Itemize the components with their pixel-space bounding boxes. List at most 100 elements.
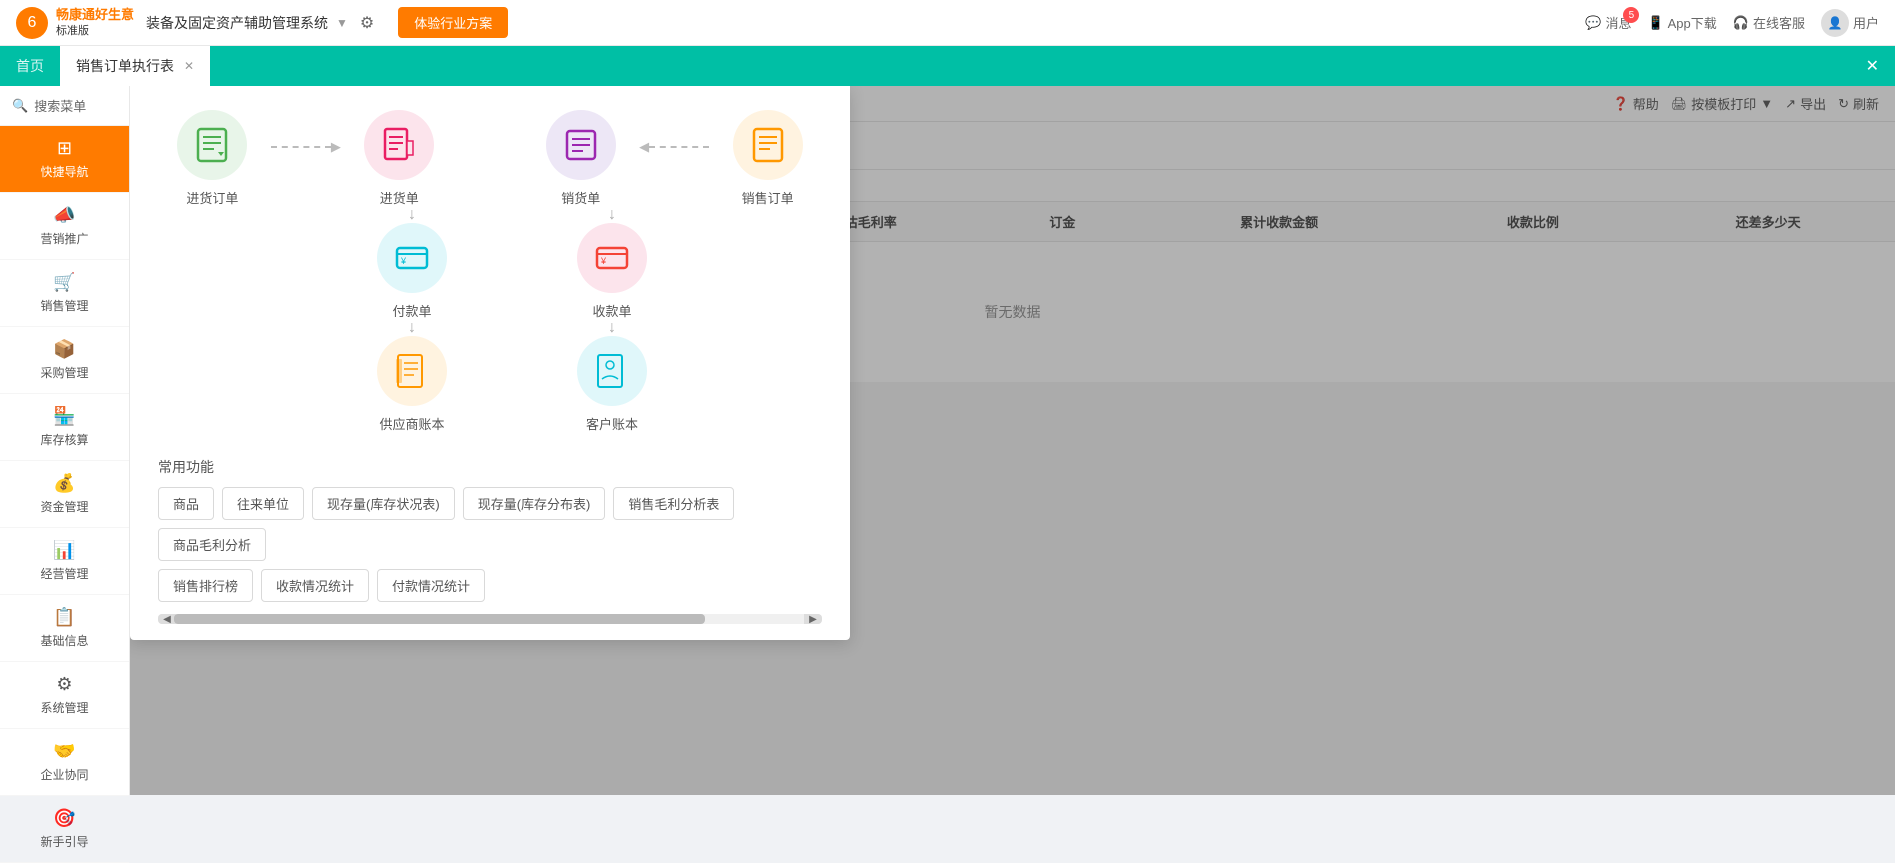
func-btn-product[interactable]: 商品	[158, 487, 214, 520]
tab-bar: 首页 销售订单执行表 ✕ ✕	[0, 46, 1895, 86]
tab-sales-label: 销售订单执行表	[76, 56, 174, 76]
tab-home[interactable]: 首页	[0, 46, 60, 86]
settings-btn[interactable]: ⚙	[356, 9, 378, 37]
func-btn-stock-dist[interactable]: 现存量(库存分布表)	[463, 487, 606, 520]
func-btn-sales-ranking[interactable]: 销售排行榜	[158, 569, 253, 602]
user-avatar: 👤	[1821, 9, 1849, 37]
sidebar-item-label-quick-nav: 快捷导航	[40, 163, 88, 180]
online-service-btn[interactable]: 🎧 在线客服	[1733, 13, 1805, 32]
brand-name: 畅康通好生意	[56, 7, 134, 24]
tab-bar-close-btn[interactable]: ✕	[1866, 56, 1879, 76]
popup-overlay: 进货订单 ▶	[130, 86, 1895, 795]
flow-arrows-down: ↓ ↓	[158, 207, 822, 223]
enterprise-icon: 🤝	[53, 741, 75, 762]
flow-node-sales-order[interactable]: 销售订单	[713, 110, 822, 207]
flow-node-supplier-ledger[interactable]: 供应商账本	[352, 336, 472, 433]
sidebar-item-enterprise[interactable]: 🤝 企业协同	[0, 729, 129, 796]
user-name: 用户	[1853, 13, 1879, 32]
sales-order-circle	[733, 110, 803, 180]
tab-sales-exec[interactable]: 销售订单执行表 ✕	[60, 46, 210, 86]
sidebar-item-system[interactable]: ⚙ 系统管理	[0, 662, 129, 729]
common-functions-title: 常用功能	[158, 457, 822, 477]
logo-icon: 6	[16, 7, 48, 39]
sidebar-item-label-purchase: 采购管理	[40, 364, 88, 381]
sales-bill-circle	[546, 110, 616, 180]
purchase-bill-circle	[364, 110, 434, 180]
message-btn[interactable]: 💬 消息 5	[1585, 13, 1631, 32]
scroll-right-btn[interactable]: ▶	[804, 614, 822, 624]
sidebar-item-operations[interactable]: 📊 经营管理	[0, 528, 129, 595]
sidebar-item-purchase[interactable]: 📦 采购管理	[0, 327, 129, 394]
func-btn-payment-stats[interactable]: 付款情况统计	[377, 569, 485, 602]
flow-row-1: 进货订单 ▶	[158, 110, 822, 207]
sidebar-item-label-marketing: 营销推广	[40, 230, 88, 247]
flow-node-purchase-bill[interactable]: 进货单	[345, 110, 454, 207]
tab-home-label: 首页	[16, 56, 44, 76]
svg-text:¥: ¥	[400, 256, 407, 266]
inventory-icon: 🏪	[53, 406, 75, 427]
experience-btn[interactable]: 体验行业方案	[398, 7, 508, 38]
online-service-label: 在线客服	[1753, 13, 1805, 32]
payment-circle: ¥	[377, 223, 447, 293]
func-buttons-row2: 销售排行榜 收款情况统计 付款情况统计	[158, 569, 822, 602]
header-right: 💬 消息 5 📱 App下载 🎧 在线客服 👤 用户	[1585, 9, 1879, 37]
user-btn[interactable]: 👤 用户	[1821, 9, 1879, 37]
sidebar-item-basic-info[interactable]: 📋 基础信息	[0, 595, 129, 662]
sidebar-item-label-basic-info: 基础信息	[40, 632, 88, 649]
supplier-ledger-circle	[377, 336, 447, 406]
flow-node-customer-ledger[interactable]: 客户账本	[552, 336, 672, 433]
purchase-icon: 📦	[53, 339, 75, 360]
sidebar-item-marketing[interactable]: 📣 营销推广	[0, 193, 129, 260]
sidebar-item-label-inventory: 库存核算	[40, 431, 88, 448]
down-arrow-payment: ↓	[352, 320, 472, 336]
func-btn-stock-status[interactable]: 现存量(库存状况表)	[312, 487, 455, 520]
sidebar-item-sales[interactable]: 🛒 销售管理	[0, 260, 129, 327]
system-title-text: 装备及固定资产辅助管理系统	[146, 13, 328, 33]
search-menu-label: 搜索菜单	[34, 96, 86, 115]
flow-row-2: ¥ 付款单	[158, 223, 822, 320]
sidebar-item-newcomer[interactable]: 🎯 新手引导	[0, 796, 129, 863]
flow-node-receipt[interactable]: ¥ 收款单	[552, 223, 672, 320]
purchase-order-label: 进货订单	[186, 188, 238, 207]
app-icon: 📱	[1647, 15, 1663, 31]
flow-node-purchase-order[interactable]: 进货订单	[158, 110, 267, 207]
purchase-order-circle	[177, 110, 247, 180]
finance-icon: 💰	[53, 473, 75, 494]
service-icon: 🎧	[1733, 15, 1749, 31]
down-arrow-receipt: ↓	[552, 320, 672, 336]
customer-ledger-circle	[577, 336, 647, 406]
message-badge: 5	[1623, 7, 1639, 23]
sidebar-item-label-finance: 资金管理	[40, 498, 88, 515]
newcomer-icon: 🎯	[53, 808, 75, 829]
func-btn-product-margin[interactable]: 商品毛利分析	[158, 528, 266, 561]
down-arrow-purchase: ↓	[352, 207, 472, 223]
func-btn-partner[interactable]: 往来单位	[222, 487, 304, 520]
system-icon: ⚙	[56, 674, 72, 695]
search-menu-btn[interactable]: 🔍 搜索菜单	[0, 86, 129, 126]
system-title-area: 装备及固定资产辅助管理系统 ▼ ⚙ 体验行业方案	[146, 7, 1585, 38]
receipt-label: 收款单	[592, 301, 631, 320]
sidebar-item-label-sales: 销售管理	[40, 297, 88, 314]
flow-node-sales-bill[interactable]: 销货单	[526, 110, 635, 207]
svg-text:¥: ¥	[600, 256, 607, 266]
sales-icon: 🛒	[53, 272, 75, 293]
func-btn-sales-margin[interactable]: 销售毛利分析表	[613, 487, 734, 520]
flow-node-payment[interactable]: ¥ 付款单	[352, 223, 472, 320]
app-download-label: App下载	[1668, 13, 1717, 32]
system-dropdown-btn[interactable]: ▼	[336, 16, 348, 30]
sidebar-item-quick-nav[interactable]: ⊞ 快捷导航	[0, 126, 129, 193]
app-download-btn[interactable]: 📱 App下载	[1647, 13, 1716, 32]
popup-scrollbar[interactable]: ◀ ▶	[158, 614, 822, 624]
sidebar-item-finance[interactable]: 💰 资金管理	[0, 461, 129, 528]
brand-version: 标准版	[56, 24, 134, 38]
search-icon: 🔍	[12, 98, 28, 114]
receipt-circle: ¥	[577, 223, 647, 293]
supplier-ledger-label: 供应商账本	[379, 414, 444, 433]
down-arrow-sales: ↓	[552, 207, 672, 223]
scroll-thumb[interactable]	[174, 614, 705, 624]
arrow-purchase-to-bill: ▶	[271, 139, 341, 179]
func-btn-receipt-stats[interactable]: 收款情况统计	[261, 569, 369, 602]
tab-close-icon[interactable]: ✕	[184, 59, 194, 73]
sidebar-item-inventory[interactable]: 🏪 库存核算	[0, 394, 129, 461]
top-header: 6 畅康通好生意 标准版 装备及固定资产辅助管理系统 ▼ ⚙ 体验行业方案 💬 …	[0, 0, 1895, 46]
